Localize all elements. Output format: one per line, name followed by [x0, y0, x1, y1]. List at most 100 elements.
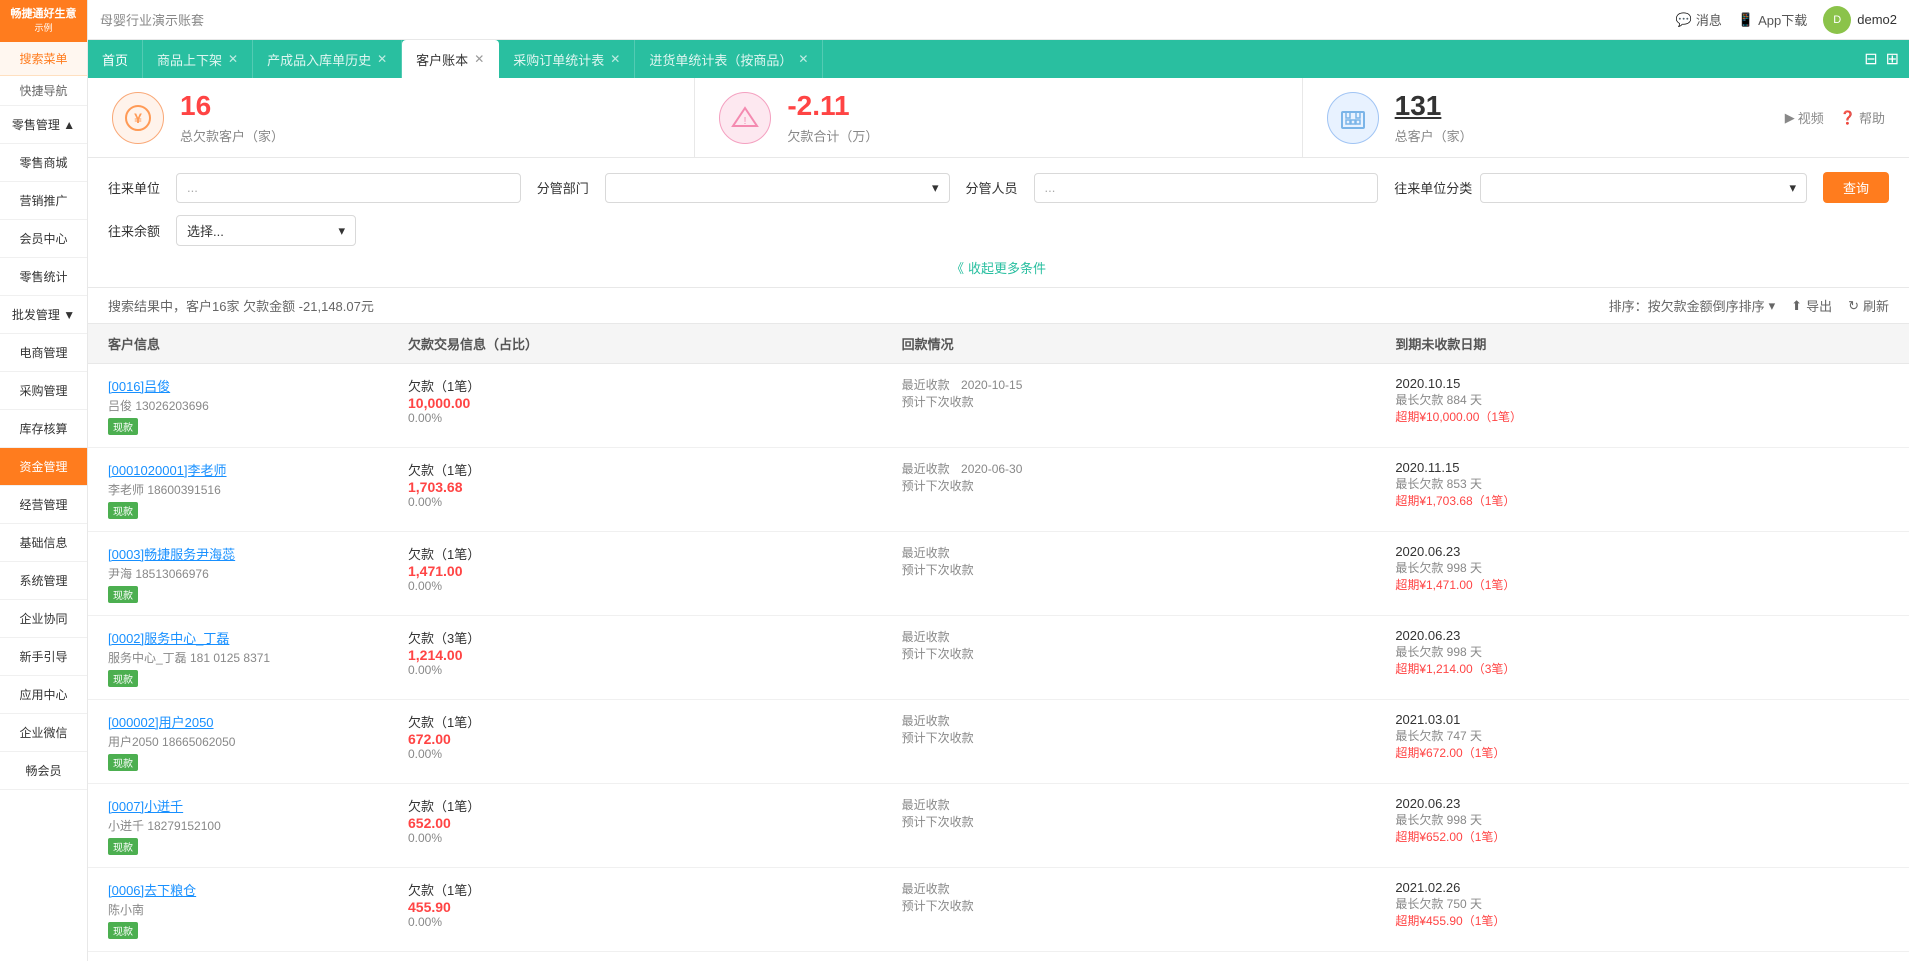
sidebar-item-system[interactable]: 系统管理	[0, 562, 87, 600]
category-chevron-icon: ▾	[1789, 180, 1796, 196]
customer-tag: 现款	[108, 670, 138, 687]
customer-id-link[interactable]: [0001020001]李老师	[108, 460, 408, 479]
refresh-icon: ↻	[1848, 298, 1859, 314]
tab-close-customer-ledger[interactable]: ✕	[474, 52, 484, 66]
tab-close-warehouse-history[interactable]: ✕	[377, 52, 387, 66]
dept-chevron-icon: ▾	[932, 180, 939, 196]
overdue-amount[interactable]: 超期¥672.00（1笔）	[1395, 744, 1889, 761]
filter-balance: 往来余额 选择... ▾	[108, 215, 1889, 246]
tab-close-purchase-order-stats[interactable]: ✕	[610, 52, 620, 66]
sidebar-item-wholesale-manage[interactable]: 批发管理 ▼	[0, 296, 87, 334]
debt-cell: 欠款（1笔） 455.90 0.00%	[408, 880, 902, 939]
sort-label: 排序：按欠款金额倒序排序	[1609, 296, 1765, 315]
svg-text:¥: ¥	[134, 110, 142, 126]
sidebar-item-guide[interactable]: 新手引导	[0, 638, 87, 676]
customer-id-link[interactable]: [0007]小迸千	[108, 796, 408, 815]
message-button[interactable]: 💬 消息	[1676, 10, 1722, 29]
customer-tag: 现款	[108, 502, 138, 519]
overdue-amount[interactable]: 超期¥455.90（1笔）	[1395, 912, 1889, 929]
customer-cell: [000002]用户2050 用户2050 18665062050 现款	[108, 712, 408, 771]
sidebar-item-retail-mall[interactable]: 零售商城	[0, 144, 87, 182]
tab-home[interactable]: 首页	[88, 40, 143, 78]
app-download-button[interactable]: 📱 App下载	[1738, 10, 1807, 29]
debt-amount: 672.00	[408, 731, 902, 747]
tab-customer-ledger[interactable]: 客户账本 ✕	[402, 40, 499, 78]
due-date: 2020.06.23	[1395, 796, 1889, 811]
user-menu[interactable]: D demo2	[1823, 6, 1897, 34]
overdue-amount[interactable]: 超期¥1,471.00（1笔）	[1395, 576, 1889, 593]
due-date: 2020.06.23	[1395, 544, 1889, 559]
sidebar-item-purchase[interactable]: 采购管理	[0, 372, 87, 410]
customer-id-link[interactable]: [0016]吕俊	[108, 376, 408, 395]
from-unit-input[interactable]: ...	[176, 173, 521, 203]
minimize-icon[interactable]: ⊟	[1864, 49, 1877, 69]
sidebar-item-wechat[interactable]: 企业微信	[0, 714, 87, 752]
overdue-amount[interactable]: 超期¥652.00（1笔）	[1395, 828, 1889, 845]
sort-chevron-icon: ▾	[1769, 298, 1776, 314]
stats-bar: ¥ 16 总欠款客户（家） ! -2.11 欠款合计（万）	[88, 78, 1909, 158]
from-unit-label: 往来单位	[108, 178, 168, 197]
person-input[interactable]: ...	[1034, 173, 1379, 203]
next-collection: 预计下次收款	[902, 561, 1396, 578]
collapse-button[interactable]: 《 收起更多条件	[108, 258, 1889, 277]
tab-purchase-stats-by-product[interactable]: 进货单统计表（按商品） ✕	[635, 40, 823, 78]
overdue-amount[interactable]: 超期¥1,214.00（3笔）	[1395, 660, 1889, 677]
customer-id-link[interactable]: [000002]用户2050	[108, 712, 408, 731]
sidebar-item-inventory[interactable]: 库存核算	[0, 410, 87, 448]
sidebar-item-retail-manage[interactable]: 零售管理 ▲	[0, 106, 87, 144]
sidebar-item-retail-stats[interactable]: 零售统计	[0, 258, 87, 296]
sidebar-item-appstore[interactable]: 应用中心	[0, 676, 87, 714]
header-right: 💬 消息 📱 App下载 D demo2	[1676, 6, 1897, 34]
tab-bar-icons: ⊟ ⊞	[1854, 49, 1909, 69]
sidebar-item-member[interactable]: 会员中心	[0, 220, 87, 258]
debt-customers-icon: ¥	[112, 92, 164, 144]
main-content: 母婴行业演示账套 💬 消息 📱 App下载 D demo2 首页 商品上下架 ✕…	[88, 0, 1909, 961]
help-action[interactable]: ❓ 帮助	[1840, 108, 1885, 127]
balance-input[interactable]: 选择... ▾	[176, 215, 356, 246]
dept-input[interactable]: ▾	[605, 173, 950, 203]
sidebar-item-operations[interactable]: 经营管理	[0, 486, 87, 524]
sidebar-item-quick-nav[interactable]: 快捷导航	[0, 76, 87, 106]
tab-product-listing[interactable]: 商品上下架 ✕	[143, 40, 253, 78]
table-row: [000001]黄思源 黄思源 13552700226 现款 欠款（1笔） 42…	[88, 952, 1909, 961]
overdue-amount[interactable]: 超期¥10,000.00（1笔）	[1395, 408, 1889, 425]
sidebar-item-finance[interactable]: 资金管理	[0, 448, 87, 486]
tab-warehouse-history[interactable]: 产成品入库单历史 ✕	[253, 40, 402, 78]
tab-purchase-order-stats[interactable]: 采购订单统计表 ✕	[499, 40, 635, 78]
query-button[interactable]: 查询	[1823, 172, 1889, 203]
return-cell: 最近收款 2020-10-15 预计下次收款	[902, 376, 1396, 435]
stat-debt-amount: ! -2.11 欠款合计（万）	[695, 78, 1302, 157]
last-collection: 最近收款	[902, 796, 1396, 813]
result-actions: 排序：按欠款金额倒序排序 ▾ ⬆ 导出 ↻ 刷新	[1609, 296, 1889, 315]
customer-id-link[interactable]: [0003]畅捷服务尹海蕊	[108, 544, 408, 563]
debt-cell: 欠款（1笔） 1,471.00 0.00%	[408, 544, 902, 603]
tab-close-product-listing[interactable]: ✕	[228, 52, 238, 66]
sidebar-item-ecommerce[interactable]: 电商管理	[0, 334, 87, 372]
table-header: 客户信息 欠款交易信息（占比） 回款情况 到期未收款日期	[88, 324, 1909, 364]
expand-icon[interactable]: ⊞	[1886, 49, 1899, 69]
filter-category: 往来单位分类 ▾	[1394, 173, 1807, 203]
sidebar-item-search[interactable]: 搜索菜单	[0, 42, 87, 76]
sidebar-item-basic-info[interactable]: 基础信息	[0, 524, 87, 562]
last-collection: 最近收款	[902, 544, 1396, 561]
username: demo2	[1857, 12, 1897, 27]
customer-id-link[interactable]: [0006]去下粮仓	[108, 880, 408, 899]
customer-id-link[interactable]: [0002]服务中心_丁磊	[108, 628, 408, 647]
sort-button[interactable]: 排序：按欠款金额倒序排序 ▾	[1609, 296, 1776, 315]
sidebar-item-enterprise[interactable]: 企业协同	[0, 600, 87, 638]
debt-customers-value: 16	[180, 90, 284, 122]
view-action[interactable]: ▶ 视频	[1785, 108, 1824, 127]
return-cell: 最近收款 预计下次收款	[902, 628, 1396, 687]
table-row: [0007]小迸千 小迸千 18279152100 现款 欠款（1笔） 652.…	[88, 784, 1909, 868]
refresh-button[interactable]: ↻ 刷新	[1848, 296, 1889, 315]
next-collection: 预计下次收款	[902, 729, 1396, 746]
sidebar-item-vip[interactable]: 畅会员	[0, 752, 87, 790]
tab-close-purchase-stats-by-product[interactable]: ✕	[798, 52, 808, 66]
sidebar-item-marketing[interactable]: 营销推广	[0, 182, 87, 220]
overdue-days: 最长欠款 998 天	[1395, 811, 1889, 828]
due-date: 2021.02.26	[1395, 880, 1889, 895]
export-button[interactable]: ⬆ 导出	[1791, 296, 1832, 315]
balance-placeholder: 选择...	[187, 221, 224, 240]
overdue-amount[interactable]: 超期¥1,703.68（1笔）	[1395, 492, 1889, 509]
category-input[interactable]: ▾	[1480, 173, 1807, 203]
